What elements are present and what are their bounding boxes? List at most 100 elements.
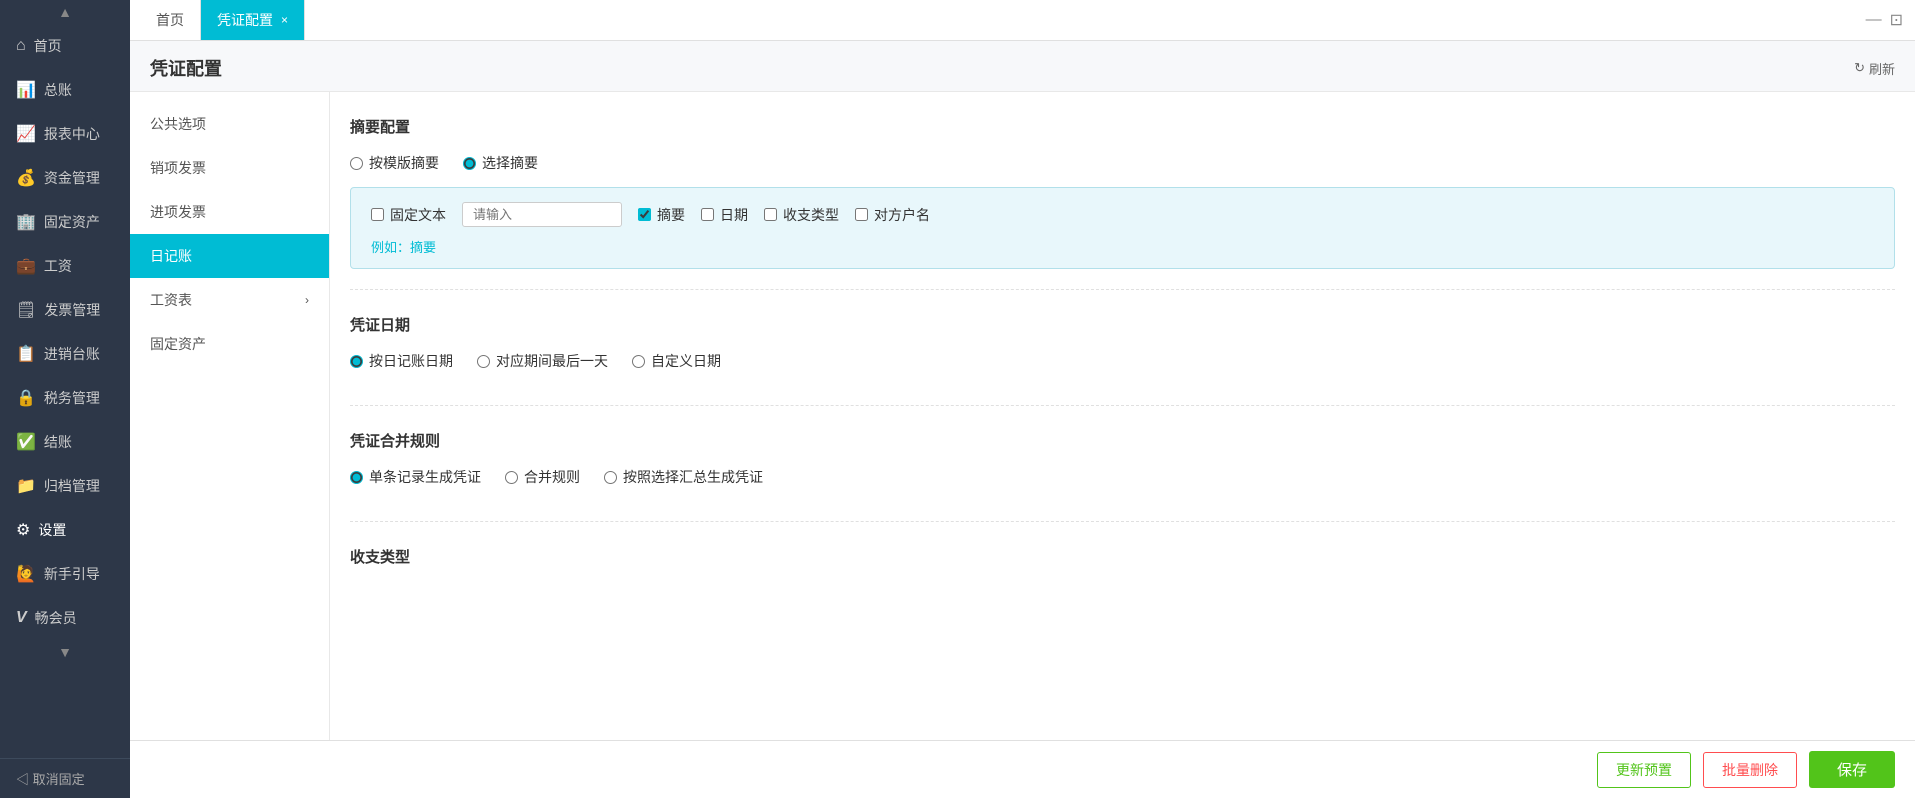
sidebar-unpin-button[interactable]: ◁ 取消固定 (0, 758, 130, 798)
single-record-radio-input[interactable] (350, 471, 363, 484)
voucher-date-title: 凭证日期 (350, 314, 1895, 335)
custom-date-radio[interactable]: 自定义日期 (632, 351, 721, 371)
voucher-date-radio-group: 按日记账日期 对应期间最后一天 自定义日期 (350, 351, 1895, 371)
sidebar-item-ledger[interactable]: 📊 总账 (0, 68, 130, 112)
voucher-date-section: 凭证日期 按日记账日期 对应期间最后一天 自定义日期 (350, 290, 1895, 406)
summary-config-title: 摘要配置 (350, 116, 1895, 137)
tab-close-button[interactable]: × (281, 13, 288, 27)
summary-checkbox-label[interactable]: 摘要 (638, 205, 685, 225)
sidebar-item-settings[interactable]: ⚙ 设置 (0, 508, 130, 552)
page-title: 凭证配置 (150, 55, 222, 81)
maximize-button[interactable]: ⊡ (1890, 10, 1903, 30)
income-type-section-title: 收支类型 (350, 546, 1895, 567)
summary-template-radio[interactable]: 按模版摘要 (350, 153, 439, 173)
settle-icon: ✅ (16, 432, 36, 452)
batch-delete-button[interactable]: 批量删除 (1703, 752, 1797, 788)
journal-date-radio-input[interactable] (350, 355, 363, 368)
merge-rules-section: 凭证合并规则 单条记录生成凭证 合并规则 按照选择汇总生成凭证 (350, 406, 1895, 522)
journal-date-radio[interactable]: 按日记账日期 (350, 351, 453, 371)
merge-rule-radio[interactable]: 合并规则 (505, 467, 580, 487)
template-radio-input[interactable] (350, 157, 363, 170)
sidebar-item-settle[interactable]: ✅ 结账 (0, 420, 130, 464)
funds-icon: 💰 (16, 168, 36, 188)
custom-date-radio-input[interactable] (632, 355, 645, 368)
summary-select-radio[interactable]: 选择摘要 (463, 153, 538, 173)
invoice-icon: 🗒 (16, 300, 36, 320)
date-checkbox-label[interactable]: 日期 (701, 205, 748, 225)
refresh-button[interactable]: ↻ 刷新 (1854, 59, 1895, 78)
summary-checkbox-row: 固定文本 摘要 日期 (371, 202, 1874, 227)
by-selection-radio-input[interactable] (604, 471, 617, 484)
assets-icon: 🏢 (16, 212, 36, 232)
select-radio-input[interactable] (463, 157, 476, 170)
summary-checkbox[interactable] (638, 208, 651, 221)
home-icon: ⌂ (16, 37, 26, 55)
update-preview-button[interactable]: 更新预置 (1597, 752, 1691, 788)
sidebar-scroll-up[interactable]: ▲ (0, 0, 130, 24)
tab-bar: 首页 凭证配置 × — ⊡ (130, 0, 1915, 41)
left-nav-item-journal[interactable]: 日记账 (130, 234, 329, 278)
sidebar-item-account[interactable]: 📋 进销台账 (0, 332, 130, 376)
tab-home[interactable]: 首页 (140, 0, 201, 40)
left-nav-item-purchase[interactable]: 进项发票 (130, 190, 329, 234)
sidebar: ▲ ⌂ 首页 📊 总账 📈 报表中心 💰 资金管理 🏢 固定资产 💼 工资 🗒 … (0, 0, 130, 798)
sidebar-item-funds[interactable]: 💰 资金管理 (0, 156, 130, 200)
payroll-icon: 💼 (16, 256, 36, 276)
sidebar-item-reports[interactable]: 📈 报表中心 (0, 112, 130, 156)
fixed-text-input[interactable] (462, 202, 622, 227)
sidebar-item-assets[interactable]: 🏢 固定资产 (0, 200, 130, 244)
counterpart-checkbox[interactable] (855, 208, 868, 221)
sidebar-item-guide[interactable]: 🙋 新手引导 (0, 552, 130, 596)
content-area: 凭证配置 ↻ 刷新 公共选项 销项发票 进项发票 日记账 (130, 41, 1915, 798)
form-content: 摘要配置 按模版摘要 选择摘要 (330, 92, 1915, 740)
minimize-button[interactable]: — (1866, 11, 1882, 29)
tax-icon: 🔒 (16, 388, 36, 408)
left-nav-item-fixed-assets[interactable]: 固定资产 (130, 322, 329, 366)
sidebar-item-payroll[interactable]: 💼 工资 (0, 244, 130, 288)
tab-voucher-config[interactable]: 凭证配置 × (201, 0, 305, 40)
sidebar-item-member[interactable]: V 畅会员 (0, 596, 130, 640)
guide-icon: 🙋 (16, 564, 36, 584)
bottom-bar: 更新预置 批量删除 保存 (130, 740, 1915, 798)
counterpart-checkbox-label[interactable]: 对方户名 (855, 205, 930, 225)
summary-radio-group: 按模版摘要 选择摘要 (350, 153, 1895, 173)
settings-icon: ⚙ (16, 520, 30, 540)
fixed-text-checkbox[interactable] (371, 208, 384, 221)
date-checkbox[interactable] (701, 208, 714, 221)
last-day-radio[interactable]: 对应期间最后一天 (477, 351, 608, 371)
left-nav-item-sales[interactable]: 销项发票 (130, 146, 329, 190)
refresh-icon: ↻ (1854, 60, 1865, 76)
merge-rule-radio-input[interactable] (505, 471, 518, 484)
left-nav: 公共选项 销项发票 进项发票 日记账 工资表 › 固定资产 (130, 92, 330, 740)
sidebar-item-invoice[interactable]: 🗒 发票管理 (0, 288, 130, 332)
sidebar-item-archive[interactable]: 📁 归档管理 (0, 464, 130, 508)
chevron-down-icon: › (305, 293, 309, 307)
summary-preview: 例如：摘要 (371, 237, 1874, 256)
sidebar-item-tax[interactable]: 🔒 税务管理 (0, 376, 130, 420)
unpin-icon: ◁ (16, 772, 29, 787)
tab-bar-controls: — ⊡ (1866, 10, 1915, 30)
member-icon: V (16, 609, 27, 627)
sidebar-scroll-down[interactable]: ▼ (0, 640, 130, 664)
income-type-section: 收支类型 (350, 522, 1895, 603)
last-day-radio-input[interactable] (477, 355, 490, 368)
merge-rules-title: 凭证合并规则 (350, 430, 1895, 451)
left-nav-item-payroll-table[interactable]: 工资表 › (130, 278, 329, 322)
sidebar-item-home[interactable]: ⌂ 首页 (0, 24, 130, 68)
archive-icon: 📁 (16, 476, 36, 496)
main-area: 首页 凭证配置 × — ⊡ 凭证配置 ↻ 刷新 公共选项 (130, 0, 1915, 798)
merge-rules-radio-group: 单条记录生成凭证 合并规则 按照选择汇总生成凭证 (350, 467, 1895, 487)
page-header: 凭证配置 ↻ 刷新 (130, 41, 1915, 92)
income-type-checkbox[interactable] (764, 208, 777, 221)
ledger-icon: 📊 (16, 80, 36, 100)
body-container: 公共选项 销项发票 进项发票 日记账 工资表 › 固定资产 (130, 92, 1915, 740)
account-icon: 📋 (16, 344, 36, 364)
by-selection-radio[interactable]: 按照选择汇总生成凭证 (604, 467, 763, 487)
summary-config-section: 摘要配置 按模版摘要 选择摘要 (350, 92, 1895, 290)
income-type-checkbox-label[interactable]: 收支类型 (764, 205, 839, 225)
reports-icon: 📈 (16, 124, 36, 144)
save-button[interactable]: 保存 (1809, 751, 1895, 788)
single-record-radio[interactable]: 单条记录生成凭证 (350, 467, 481, 487)
fixed-text-checkbox-label[interactable]: 固定文本 (371, 205, 446, 225)
left-nav-item-public[interactable]: 公共选项 (130, 102, 329, 146)
